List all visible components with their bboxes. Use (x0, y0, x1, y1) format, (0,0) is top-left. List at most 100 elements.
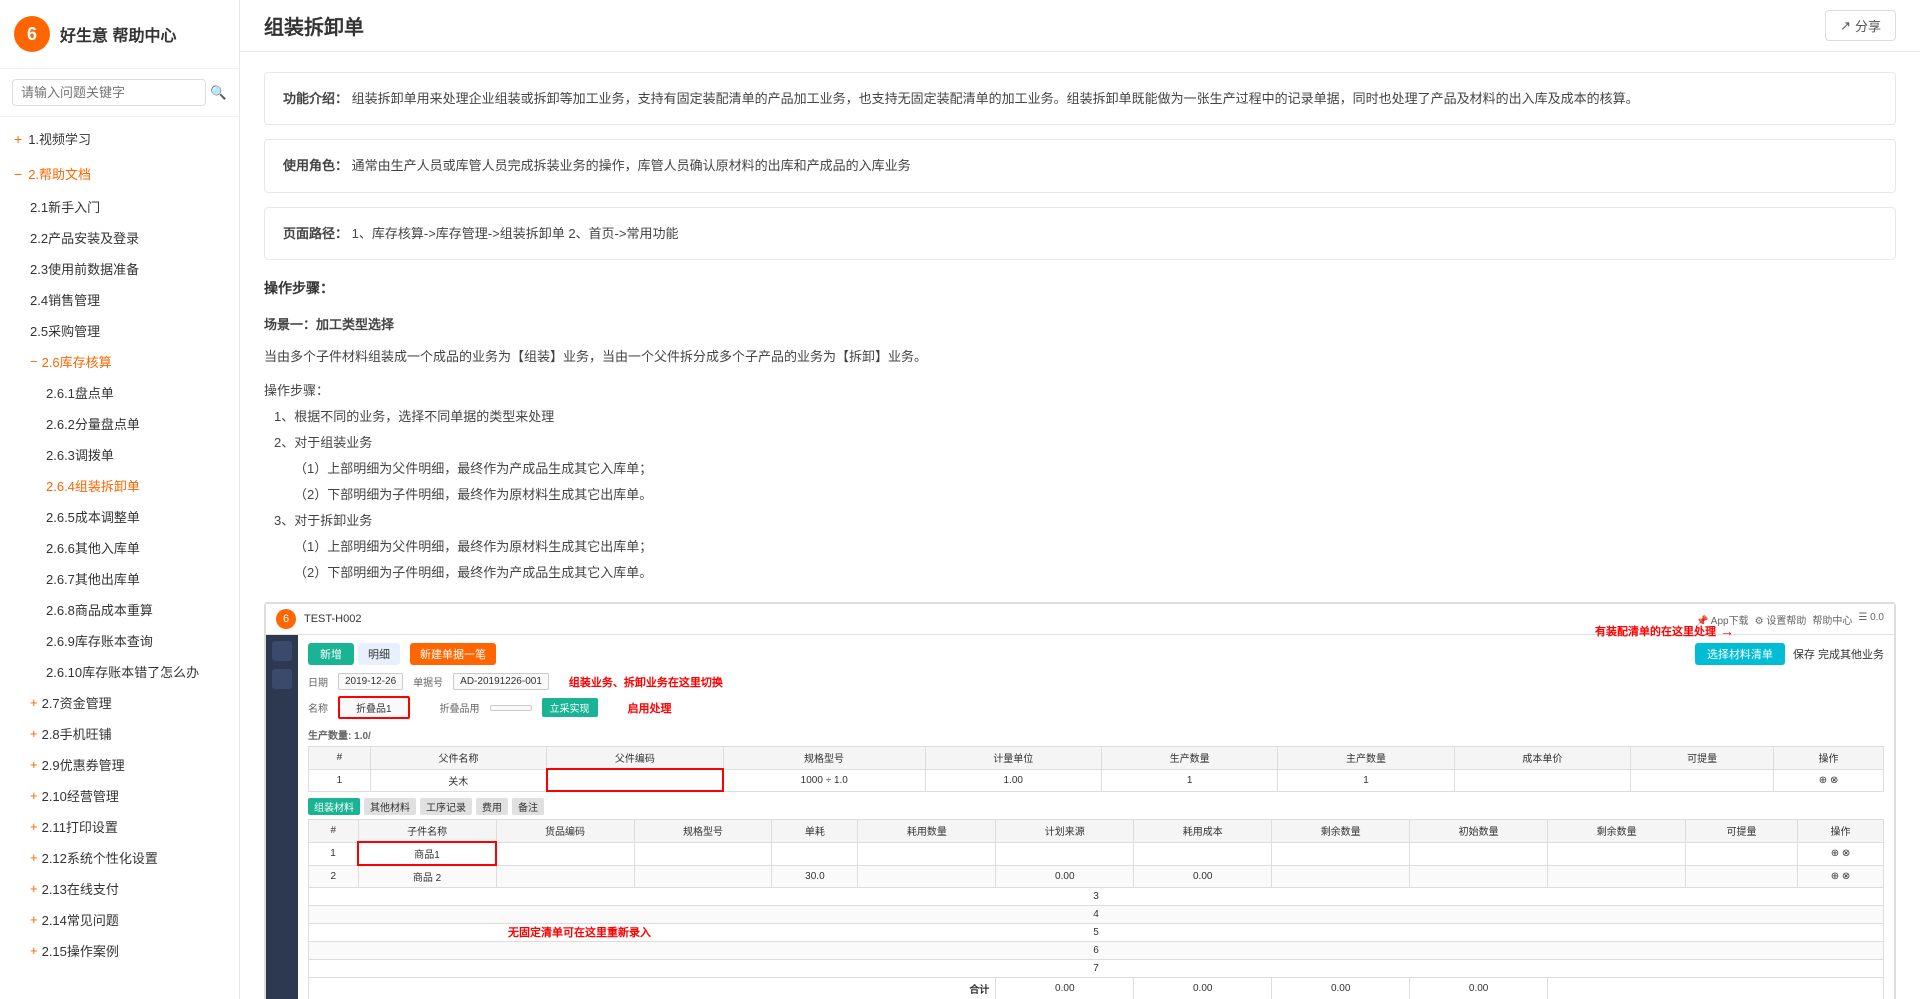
screenshot-inner: 6 TEST-H002 📌 App下载 ⚙ 设置帮助 帮助中心 ☰ 0.0 (265, 603, 1895, 999)
sidebar-item-214-label: 2.14常见问题 (42, 910, 119, 929)
step2-sub1: （1）上部明细为父件明细，最终作为产成品生成其它入库单； (294, 456, 1896, 482)
table-row: 7 (309, 960, 1884, 978)
screenshot-orange-btn: 新建单据一笔 (410, 643, 496, 665)
plus-icon-211: + (30, 819, 38, 834)
sidebar-item-video[interactable]: + 1.视频学习 (0, 121, 239, 156)
sidebar-item-214[interactable]: + 2.14常见问题 (0, 904, 239, 935)
screenshot-topbar-id: TEST-H002 (304, 613, 361, 625)
sidebar-item-28[interactable]: + 2.8手机旺铺 (0, 718, 239, 749)
share-button[interactable]: ↗ 分享 (1825, 10, 1896, 41)
screenshot-fields: 日期 2019-12-26 单据号 AD-20191226-001 组装业务、拆… (308, 673, 1884, 690)
role-text: 通常由生产人员或库管人员完成拆装业务的操作，库管人员确认原材料的出库和产成品的入… (352, 158, 911, 173)
ops-label: 操作步骤： (264, 274, 1896, 302)
sidebar-item-docs-label: 2.帮助文档 (28, 164, 91, 183)
table-row: 4 (309, 906, 1884, 924)
minus-icon: − (14, 166, 22, 182)
screenshot-body: 新增 明细 新建单据一笔 有装配清单的在这里处理 → 选择材料 (266, 635, 1894, 999)
sidebar-item-23-label: 2.3使用前数据准备 (30, 259, 139, 278)
table-row: 3 (309, 888, 1884, 906)
screenshot-docid: AD-20191226-001 (453, 673, 549, 690)
sidebar-item-22[interactable]: 2.2产品安装及登录 (0, 222, 239, 253)
sidebar-item-27-label: 2.7资金管理 (42, 693, 112, 712)
sidebar-item-29[interactable]: + 2.9优惠券管理 (0, 749, 239, 780)
role-block: 使用角色： 通常由生产人员或库管人员完成拆装业务的操作，库管人员确认原材料的出库… (264, 139, 1896, 192)
screenshot-annotation4: 无固定清单可在这里重新录入 (508, 924, 651, 940)
share-label: 分享 (1855, 16, 1881, 35)
plus-icon-215: + (30, 943, 38, 958)
logo-icon: 6 (14, 16, 50, 52)
plus-icon-210: + (30, 788, 38, 803)
minus-icon-26: − (30, 354, 38, 369)
plus-icon-27: + (30, 695, 38, 710)
screenshot-sidebar-mini (266, 635, 298, 999)
sidebar-item-268[interactable]: 2.6.8商品成本重算 (0, 594, 239, 625)
screenshot-main: 新增 明细 新建单据一笔 有装配清单的在这里处理 → 选择材料 (298, 635, 1894, 999)
sidebar-item-27[interactable]: + 2.7资金管理 (0, 687, 239, 718)
sidebar-item-267-label: 2.6.7其他出库单 (46, 569, 140, 588)
sidebar-item-266[interactable]: 2.6.6其他入库单 (0, 532, 239, 563)
sidebar-item-29-label: 2.9优惠券管理 (42, 755, 125, 774)
sidebar-item-215[interactable]: + 2.15操作案例 (0, 935, 239, 966)
sidebar-item-263[interactable]: 2.6.3调拨单 (0, 439, 239, 470)
main-content: 组装拆卸单 ↗ 分享 功能介绍： 组装拆卸单用来处理企业组装或拆卸等加工业务，支… (240, 0, 1920, 999)
screenshot-processing-btn: 选择材料清单 (1695, 643, 1785, 665)
search-bar: 🔍 (0, 69, 239, 117)
sidebar-item-211[interactable]: + 2.11打印设置 (0, 811, 239, 842)
screenshot-table2: # 子件名称 货品编码 规格型号 单耗 耗用数量 计划来源 耗用成本 (308, 819, 1884, 999)
plus-icon: + (14, 131, 22, 147)
sidebar-item-269[interactable]: 2.6.9库存账本查询 (0, 625, 239, 656)
sidebar-item-267[interactable]: 2.6.7其他出库单 (0, 563, 239, 594)
sidebar-item-210[interactable]: + 2.10经营管理 (0, 780, 239, 811)
topbar: 组装拆卸单 ↗ 分享 (240, 0, 1920, 52)
sidebar-item-265[interactable]: 2.6.5成本调整单 (0, 501, 239, 532)
table-row: 1 商品1 (309, 842, 1884, 865)
sidebar-item-docs[interactable]: − 2.帮助文档 (0, 156, 239, 191)
sidebar-item-261[interactable]: 2.6.1盘点单 (0, 377, 239, 408)
sidebar-item-213[interactable]: + 2.13在线支付 (0, 873, 239, 904)
intro-label: 功能介绍： (283, 91, 348, 106)
scenario1-title: 场景一：加工类型选择 (264, 312, 1896, 338)
step2-sub2: （2）下部明细为子件明细，最终作为原材料生成其它出库单。 (294, 482, 1896, 508)
role-label: 使用角色： (283, 158, 348, 173)
ops-steps-label: 操作步骤： (264, 378, 1896, 404)
screenshot-annotation2: 组装业务、拆卸业务在这里切换 (569, 674, 723, 690)
sidebar-item-262[interactable]: 2.6.2分量盘点单 (0, 408, 239, 439)
path-text: 1、库存核算->库存管理->组装拆卸单 2、首页->常用功能 (352, 226, 679, 241)
sidebar: 6 好生意 帮助中心 🔍 + 1.视频学习 − 2.帮助文档 2.1新手入门 2… (0, 0, 240, 999)
screenshot-name: 折叠品1 (338, 696, 410, 719)
share-icon: ↗ (1840, 18, 1851, 34)
sidebar-item-21[interactable]: 2.1新手入门 (0, 191, 239, 222)
plus-icon-213: + (30, 881, 38, 896)
sidebar-item-24-label: 2.4销售管理 (30, 290, 100, 309)
sidebar-item-25[interactable]: 2.5采购管理 (0, 315, 239, 346)
path-label: 页面路径： (283, 226, 348, 241)
sidebar-item-264[interactable]: 2.6.4组装拆卸单 (0, 470, 239, 501)
sidebar-item-211-label: 2.11打印设置 (42, 817, 118, 836)
table-row: 1 关木 1000 ÷ 1.0 1.00 1 1 (309, 769, 1884, 791)
sidebar-item-268-label: 2.6.8商品成本重算 (46, 600, 153, 619)
sidebar-item-21-label: 2.1新手入门 (30, 197, 100, 216)
sidebar-item-215-label: 2.15操作案例 (42, 941, 119, 960)
step1: 1、根据不同的业务，选择不同单据的类型来处理 (274, 404, 1896, 430)
sidebar-item-264-label: 2.6.4组装拆卸单 (46, 476, 140, 495)
screenshot-tab-detail: 明细 (358, 643, 400, 665)
screenshot-tabs: 新增 明细 新建单据一笔 有装配清单的在这里处理 → 选择材料 (308, 643, 1884, 665)
sidebar-item-26[interactable]: − 2.6库存核算 (0, 346, 239, 377)
sidebar-item-266-label: 2.6.6其他入库单 (46, 538, 140, 557)
logo-text: 好生意 帮助中心 (60, 22, 176, 46)
plus-icon-214: + (30, 912, 38, 927)
step3-sub1: （1）上部明细为父件明细，最终作为原材料生成其它出库单； (294, 534, 1896, 560)
search-button[interactable]: 🔍 (210, 85, 227, 101)
sidebar-item-2610[interactable]: 2.6.10库存账本错了怎么办 (0, 656, 239, 687)
sidebar-item-24[interactable]: 2.4销售管理 (0, 284, 239, 315)
plus-icon-212: + (30, 850, 38, 865)
sidebar-item-262-label: 2.6.2分量盘点单 (46, 414, 140, 433)
sidebar-item-212[interactable]: + 2.12系统个性化设置 (0, 842, 239, 873)
sidebar-item-23[interactable]: 2.3使用前数据准备 (0, 253, 239, 284)
path-block: 页面路径： 1、库存核算->库存管理->组装拆卸单 2、首页->常用功能 (264, 207, 1896, 260)
screenshot-sidebar-icon2 (272, 669, 292, 689)
search-input[interactable] (12, 79, 206, 106)
sidebar-item-213-label: 2.13在线支付 (42, 879, 119, 898)
screenshot-name-row: 名称 折叠品1 折叠品用 立采实现 启用处理 (308, 696, 1884, 719)
nav-menu: + 1.视频学习 − 2.帮助文档 2.1新手入门 2.2产品安装及登录 2.3… (0, 117, 239, 970)
